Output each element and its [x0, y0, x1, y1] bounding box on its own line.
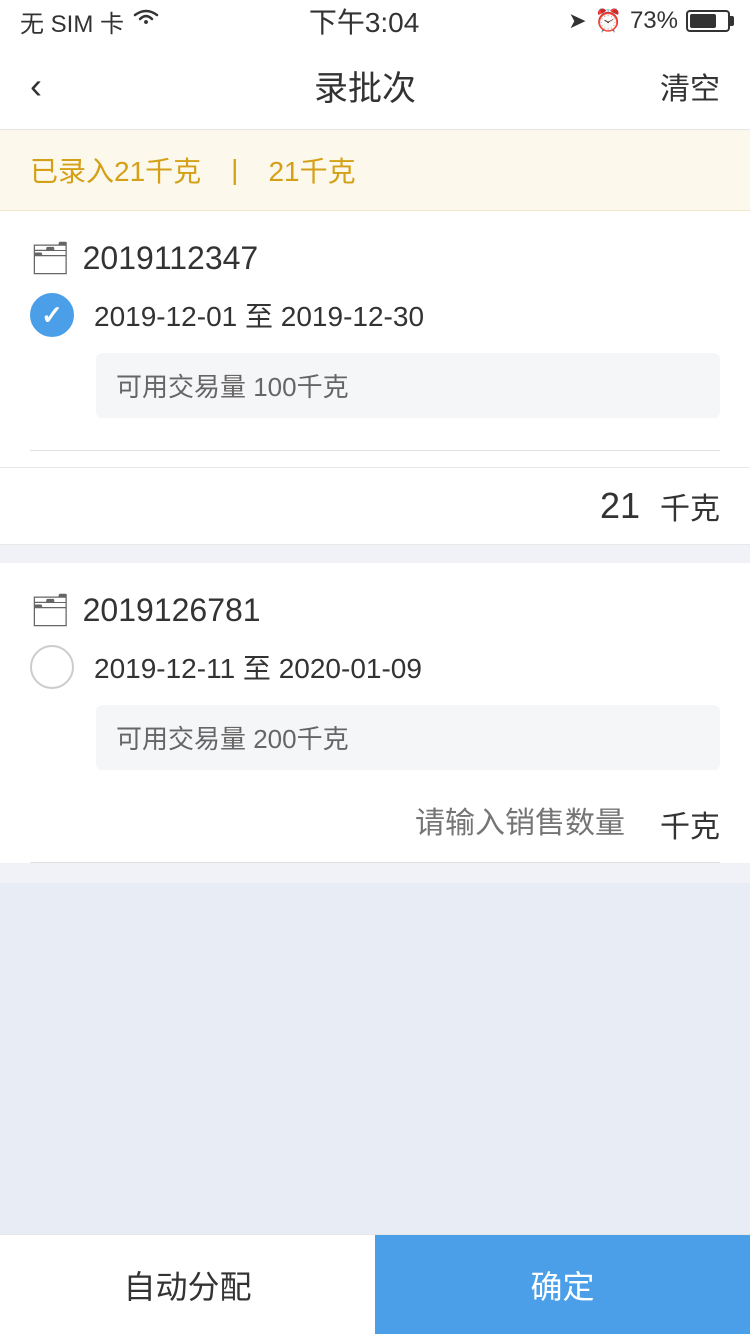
battery-percent: 73% — [630, 7, 678, 35]
item2-date: 2019-12-11 至 2020-01-09 — [94, 647, 422, 687]
item1-amount-row — [0, 434, 750, 468]
wifi-icon — [132, 7, 160, 35]
empty-content-area — [0, 883, 750, 1263]
status-right: ➤ ⏰ 73% — [568, 7, 730, 35]
section-divider — [0, 547, 750, 563]
item1-header: 🗂 2019112347 — [0, 211, 750, 285]
summary-bar: 已录入21千克 | 21千克 — [0, 130, 750, 211]
item1-unit: 千克 — [660, 484, 720, 528]
item1-row: 2019-12-01 至 2019-12-30 — [0, 285, 750, 345]
status-time: 下午3:04 — [309, 1, 420, 41]
item2-id: 2019126781 — [83, 592, 261, 629]
status-bar: 无 SIM 卡 下午3:04 ➤ ⏰ 73% — [0, 0, 750, 42]
alarm-icon: ⏰ — [595, 8, 622, 34]
recorded-label: 已录入21千克 — [30, 150, 201, 190]
nav-bar: ‹ 录批次 清空 — [0, 42, 750, 130]
sim-text: 无 SIM 卡 — [20, 4, 124, 39]
clear-button[interactable]: 清空 — [640, 64, 720, 108]
item2-unit: 千克 — [660, 802, 720, 846]
total-label: 21千克 — [268, 150, 355, 190]
item2-input-row: 千克 — [0, 786, 750, 862]
confirm-button[interactable]: 确定 — [375, 1235, 750, 1334]
item1-amount-display: 21 千克 — [0, 468, 750, 545]
item1-radio[interactable] — [30, 293, 74, 337]
status-left: 无 SIM 卡 — [20, 4, 160, 39]
battery-icon — [686, 10, 730, 32]
item2-available: 可用交易量 200千克 — [96, 705, 720, 770]
back-button[interactable]: ‹ — [30, 65, 90, 107]
page-title: 录批次 — [314, 61, 416, 110]
auto-distribute-button[interactable]: 自动分配 — [0, 1235, 375, 1334]
item2-row: 2019-12-11 至 2020-01-09 — [0, 637, 750, 697]
item1-value: 21 — [600, 485, 640, 527]
bottom-bar: 自动分配 确定 — [0, 1234, 750, 1334]
item-card-1: 🗂 2019112347 2019-12-01 至 2019-12-30 可用交… — [0, 211, 750, 545]
summary-divider: | — [231, 154, 238, 186]
item2-quantity-input[interactable] — [30, 807, 640, 841]
item-card-2: 🗂 2019126781 2019-12-11 至 2020-01-09 可用交… — [0, 563, 750, 863]
location-icon: ➤ — [568, 8, 586, 34]
item2-header: 🗂 2019126781 — [0, 563, 750, 637]
item1-id: 2019112347 — [83, 240, 259, 277]
item1-date: 2019-12-01 至 2019-12-30 — [94, 295, 424, 335]
item1-available: 可用交易量 100千克 — [96, 353, 720, 418]
item2-radio[interactable] — [30, 645, 74, 689]
item1-icon: 🗂 — [30, 239, 71, 277]
item2-icon: 🗂 — [30, 591, 71, 629]
